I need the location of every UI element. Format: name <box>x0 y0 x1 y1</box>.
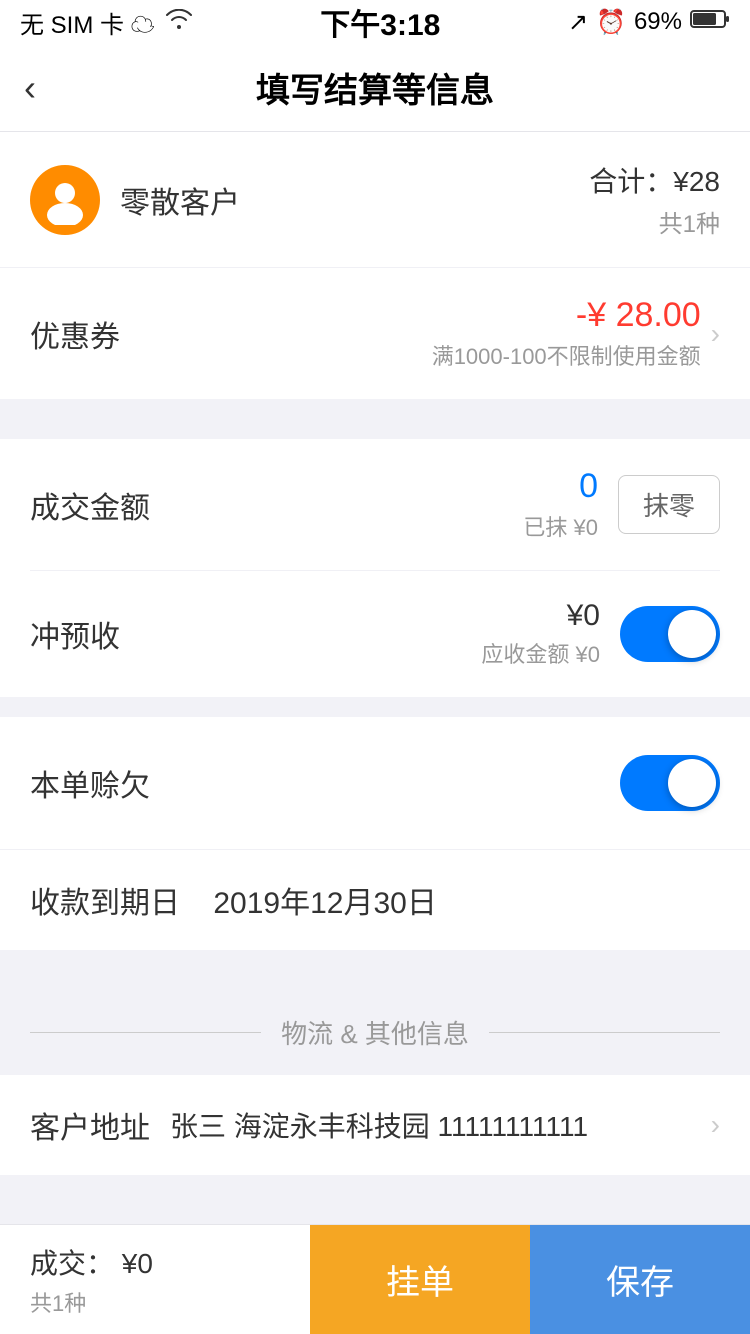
amount-right: 0 已抹 ¥0 抹零 <box>523 467 720 542</box>
status-right: ↗ ⏰ 69% <box>568 8 730 37</box>
bottom-bar: 成交： ¥0 共1种 挂单 保存 <box>0 1224 750 1334</box>
battery-icon <box>690 8 730 37</box>
coupon-info: -¥ 28.00 满1000-100不限制使用金额 <box>432 296 701 371</box>
transaction-amount-label: 成交金额 <box>30 483 150 527</box>
wifi-icon <box>165 8 193 36</box>
customer-right: 合计：¥28 共1种 <box>589 160 720 239</box>
coupon-discount: -¥ 28.00 <box>432 296 701 335</box>
alarm-icon: ⏰ <box>596 8 626 37</box>
prereceipt-sub-amount: 应收金额 ¥0 <box>481 637 600 669</box>
logistics-line-left <box>30 1032 261 1033</box>
nav-bar: ‹ 填写结算等信息 <box>0 44 750 132</box>
coupon-label: 优惠券 <box>30 312 120 356</box>
prereceipt-amounts: ¥0 应收金额 ¥0 <box>481 599 600 669</box>
debt-label: 本单赊欠 <box>30 761 150 805</box>
page-title: 填写结算等信息 <box>256 63 494 112</box>
transaction-amount-row: 成交金额 0 已抹 ¥0 抹零 <box>30 439 720 571</box>
divider-1 <box>0 419 750 439</box>
debt-toggle-knob <box>668 759 716 807</box>
pending-button[interactable]: 挂单 <box>310 1225 530 1334</box>
total-count: 共1种 <box>589 204 720 239</box>
avatar <box>30 165 100 235</box>
round-zero-button[interactable]: 抹零 <box>618 475 720 534</box>
deal-label: 成交： <box>30 1248 114 1279</box>
address-chevron-icon: › <box>711 1109 720 1141</box>
location-icon: ↗ <box>568 8 588 37</box>
divider-2 <box>0 697 750 717</box>
customer-section: 零散客户 合计：¥28 共1种 优惠券 -¥ 28.00 满1000-100不限… <box>0 132 750 399</box>
duedate-text: 收款到期日 2019年12月30日 <box>30 887 437 920</box>
debt-toggle[interactable] <box>620 755 720 811</box>
prereceipt-right: ¥0 应收金额 ¥0 <box>481 599 720 669</box>
address-content: 张三 海淀永丰科技园 11111111111 <box>170 1105 691 1145</box>
logistics-title: 物流 & 其他信息 <box>281 1014 469 1051</box>
total-amount: 合计：¥28 <box>589 160 720 200</box>
amount-section: 成交金额 0 已抹 ¥0 抹零 <box>0 439 750 571</box>
coupon-right: -¥ 28.00 满1000-100不限制使用金额 › <box>432 296 720 371</box>
customer-row: 零散客户 合计：¥28 共1种 <box>0 132 750 267</box>
status-time: 下午3:18 <box>320 0 440 44</box>
debt-section: 本单赊欠 收款到期日 2019年12月30日 <box>0 717 750 950</box>
battery-level: 69% <box>634 8 682 36</box>
coupon-description: 满1000-100不限制使用金额 <box>432 339 701 371</box>
customer-name: 零散客户 <box>120 178 240 222</box>
sim-status: 无 SIM 卡 ☁ <box>20 5 155 40</box>
duedate-row: 收款到期日 2019年12月30日 <box>0 849 750 950</box>
prereceipt-main-amount: ¥0 <box>481 599 600 633</box>
address-row[interactable]: 客户地址 张三 海淀永丰科技园 11111111111 › <box>0 1075 750 1175</box>
toggle-knob <box>668 610 716 658</box>
amount-value-wrap: 0 已抹 ¥0 <box>523 467 598 542</box>
coupon-row[interactable]: 优惠券 -¥ 28.00 满1000-100不限制使用金额 › <box>0 267 750 399</box>
save-button[interactable]: 保存 <box>530 1225 750 1334</box>
bottom-deal-amount: 成交： ¥0 <box>30 1242 280 1282</box>
prereceipt-label: 冲预收 <box>30 612 120 656</box>
customer-left: 零散客户 <box>30 165 240 235</box>
duedate-label: 收款到期日 <box>30 887 180 920</box>
amount-sub-text: 已抹 ¥0 <box>523 510 598 542</box>
status-bar: 无 SIM 卡 ☁ 下午3:18 ↗ ⏰ 69% <box>0 0 750 44</box>
address-label: 客户地址 <box>30 1103 150 1147</box>
deal-amount: ¥0 <box>122 1248 153 1279</box>
prereceipt-toggle[interactable] <box>620 606 720 662</box>
status-left: 无 SIM 卡 ☁ <box>20 5 193 40</box>
debt-row: 本单赊欠 <box>0 717 750 849</box>
bottom-info: 成交： ¥0 共1种 <box>0 1225 310 1334</box>
divider-3 <box>0 970 750 990</box>
logistics-section: 物流 & 其他信息 <box>0 990 750 1075</box>
address-section: 客户地址 张三 海淀永丰科技园 11111111111 › <box>0 1075 750 1175</box>
duedate-value: 2019年12月30日 <box>213 887 436 920</box>
bottom-count: 共1种 <box>30 1286 280 1318</box>
logistics-header: 物流 & 其他信息 <box>0 990 750 1075</box>
logistics-line-right <box>489 1032 720 1033</box>
chevron-right-icon: › <box>711 318 720 350</box>
prereceipt-row: 冲预收 ¥0 应收金额 ¥0 <box>0 571 750 697</box>
transaction-amount-value: 0 <box>523 467 598 506</box>
back-button[interactable]: ‹ <box>24 67 36 109</box>
